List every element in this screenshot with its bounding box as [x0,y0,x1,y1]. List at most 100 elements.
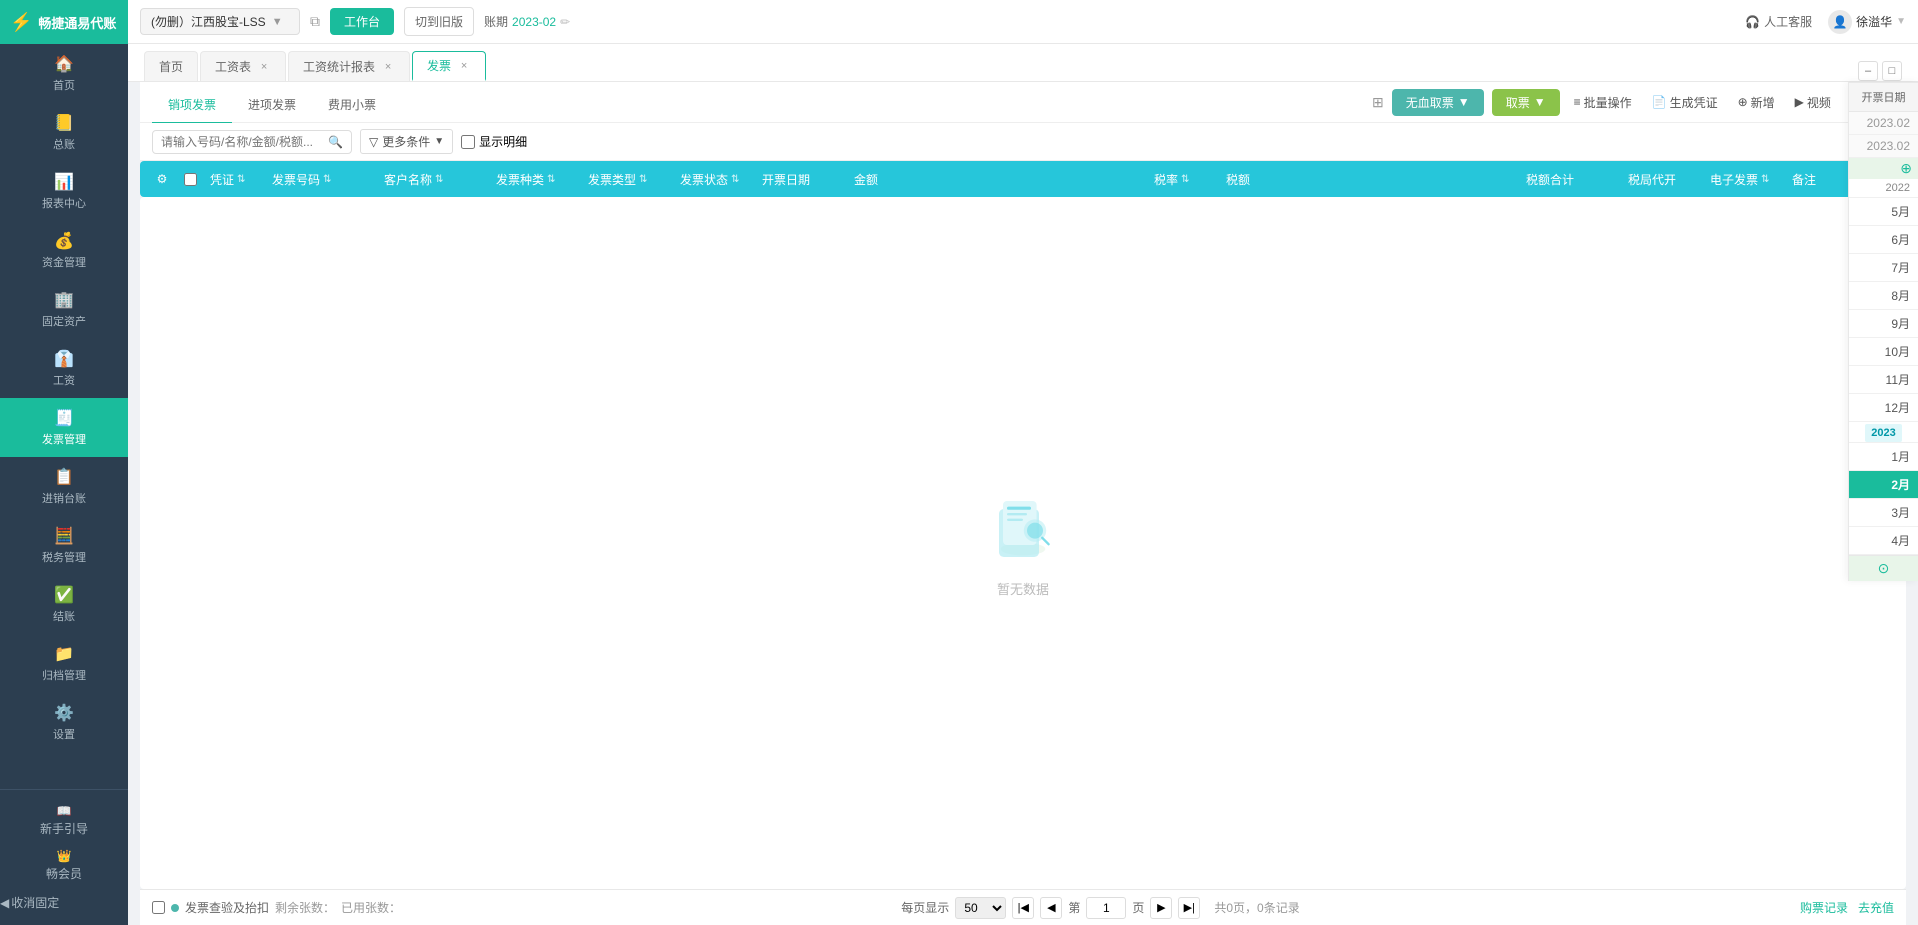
sidebar-item-ledger[interactable]: 📒 总账 [0,103,128,162]
th-voucher[interactable]: 凭证 ⇅ [204,171,264,188]
service-link[interactable]: 🎧 人工客服 [1745,13,1812,30]
search-filter-row: 🔍 ▽ 更多条件 ▼ 显示明细 [140,123,1906,161]
expand-icon[interactable]: ⊕ [1900,160,1912,176]
sidebar-item-tax[interactable]: 🧮 税务管理 [0,516,128,575]
sidebar-item-settings[interactable]: ⚙️ 设置 [0,693,128,752]
check-verify-checkbox[interactable] [152,901,165,914]
sidebar-item-home[interactable]: 🏠 首页 [0,44,128,103]
month-12[interactable]: 12月 [1849,394,1918,422]
month-8[interactable]: 8月 [1849,282,1918,310]
month-7[interactable]: 7月 [1849,254,1918,282]
page-input[interactable] [1086,897,1126,919]
th-rate[interactable]: 税率 ⇅ [1148,171,1218,188]
sidebar-label-funds: 资金管理 [42,254,86,270]
sidebar-item-sales[interactable]: 📋 进销台账 [0,457,128,516]
sidebar-collapse[interactable]: ◀ 收消固定 [0,888,128,917]
sidebar-label-tax: 税务管理 [42,549,86,565]
tab-home[interactable]: 首页 [144,51,198,81]
new-button[interactable]: ⊕ 新增 [1732,90,1781,115]
video-button[interactable]: ▶ 视频 [1789,90,1837,115]
minimize-button[interactable]: – [1858,61,1878,81]
sidebar-item-reports[interactable]: 📊 报表中心 [0,162,128,221]
sidebar-item-payroll[interactable]: 👔 工资 [0,339,128,398]
th-inv-type[interactable]: 发票种类 ⇅ [490,171,580,188]
subtab-expense-label: 费用小票 [328,96,376,113]
th-inv-status[interactable]: 发票状态 ⇅ [674,171,754,188]
subtab-sales[interactable]: 销项发票 [152,86,232,124]
sidebar-item-invoice[interactable]: 🧾 发票管理 [0,398,128,457]
th-tax-code: 税局代开 [1622,171,1702,188]
th-e-inv[interactable]: 电子发票 ⇅ [1704,171,1784,188]
page-size-select[interactable]: 50 100 200 [955,897,1006,919]
user-area[interactable]: 👤 徐溢华 ▼ [1828,10,1906,34]
sidebar-item-close[interactable]: ✅ 结账 [0,575,128,634]
old-version-button[interactable]: 切到旧版 [404,7,474,36]
month-3[interactable]: 3月 [1849,499,1918,527]
show-detail-checkbox[interactable] [461,135,475,149]
sidebar-item-guide[interactable]: 📖 新手引导 [0,798,128,843]
tab-invoice[interactable]: 发票 × [412,51,486,81]
generate-voucher-button[interactable]: 📄 生成凭证 [1646,90,1724,115]
th-e-inv-label: 电子发票 [1710,171,1758,188]
batch-op-button[interactable]: ≡ 批量操作 [1568,90,1638,115]
th-inv-no[interactable]: 发票号码 ⇅ [266,171,376,188]
subtab-purchase[interactable]: 进项发票 [232,86,312,124]
tabbar: 首页 工资表 × 工资统计报表 × 发票 × – □ [128,44,1918,82]
next-page-button[interactable]: ▶ [1150,897,1172,919]
month-9[interactable]: 9月 [1849,310,1918,338]
sidebar-item-member[interactable]: 👑 畅会员 [0,843,128,888]
check-dot [171,904,179,912]
tab-payroll-stats[interactable]: 工资统计报表 × [288,51,410,81]
ticket-button[interactable]: 取票 ▼ [1492,89,1560,116]
show-detail-text: 显示明细 [479,133,527,150]
company-selector[interactable]: (勿删）江西股宝-LSS ▼ [140,8,300,35]
tab-payroll[interactable]: 工资表 × [200,51,286,81]
period-edit-icon[interactable]: ✏ [560,15,570,29]
th-customer[interactable]: 客户名称 ⇅ [378,171,488,188]
inv-type-sort-icon: ⇅ [547,174,555,185]
tab-invoice-label: 发票 [427,57,451,74]
date-panel-collapse-icon[interactable]: ⊙ [1878,560,1890,576]
prev-page-button[interactable]: ◀ [1040,897,1062,919]
month-2-active[interactable]: 2月 [1849,471,1918,499]
subtab-expense[interactable]: 费用小票 [312,86,392,124]
more-conditions-button[interactable]: ▽ 更多条件 ▼ [360,129,453,154]
month-6[interactable]: 6月 [1849,226,1918,254]
recharge-link[interactable]: 去充值 [1858,899,1894,916]
month-1[interactable]: 1月 [1849,443,1918,471]
workspace-button[interactable]: 工作台 [330,8,394,35]
th-voucher-label: 凭证 [210,171,234,188]
sidebar-item-archive[interactable]: 📁 归档管理 [0,634,128,693]
search-input[interactable] [161,135,324,149]
used-label: 已用张数： [341,899,401,916]
app-logo: ⚡ 畅捷通易代账 [0,0,128,44]
buy-record-link[interactable]: 购票记录 [1800,899,1848,916]
select-all-checkbox[interactable] [184,173,197,186]
subtab-actions: ⊞ 无血取票 ▼ 取票 ▼ ≡ 批量操作 📄 生成凭 [1372,89,1894,116]
month-11[interactable]: 11月 [1849,366,1918,394]
table-body: 暂无数据 [140,197,1906,889]
tab-payroll-close[interactable]: × [257,60,271,74]
show-detail-label[interactable]: 显示明细 [461,133,527,150]
th-check[interactable] [178,173,202,186]
copy-icon[interactable]: ⧉ [310,13,320,30]
th-inv-class[interactable]: 发票类型 ⇅ [582,171,672,188]
last-page-button[interactable]: ▶| [1178,897,1200,919]
search-icon: 🔍 [328,135,343,149]
month-5[interactable]: 5月 [1849,198,1918,226]
first-page-button[interactable]: |◀ [1012,897,1034,919]
sidebar-item-funds[interactable]: 💰 资金管理 [0,221,128,280]
month-4[interactable]: 4月 [1849,527,1918,555]
company-dropdown-icon: ▼ [272,16,283,28]
tab-payroll-stats-close[interactable]: × [381,60,395,74]
member-icon: 👑 [57,849,72,863]
no-ticket-button[interactable]: 无血取票 ▼ [1392,89,1484,116]
month-10[interactable]: 10月 [1849,338,1918,366]
sidebar-item-assets[interactable]: 🏢 固定资产 [0,280,128,339]
reports-icon: 📊 [54,172,74,192]
maximize-button[interactable]: □ [1882,61,1902,81]
th-total: 税额合计 [1520,171,1620,188]
grid-view-icon[interactable]: ⊞ [1372,94,1384,111]
tab-invoice-close[interactable]: × [457,59,471,73]
sales-icon: 📋 [54,467,74,487]
